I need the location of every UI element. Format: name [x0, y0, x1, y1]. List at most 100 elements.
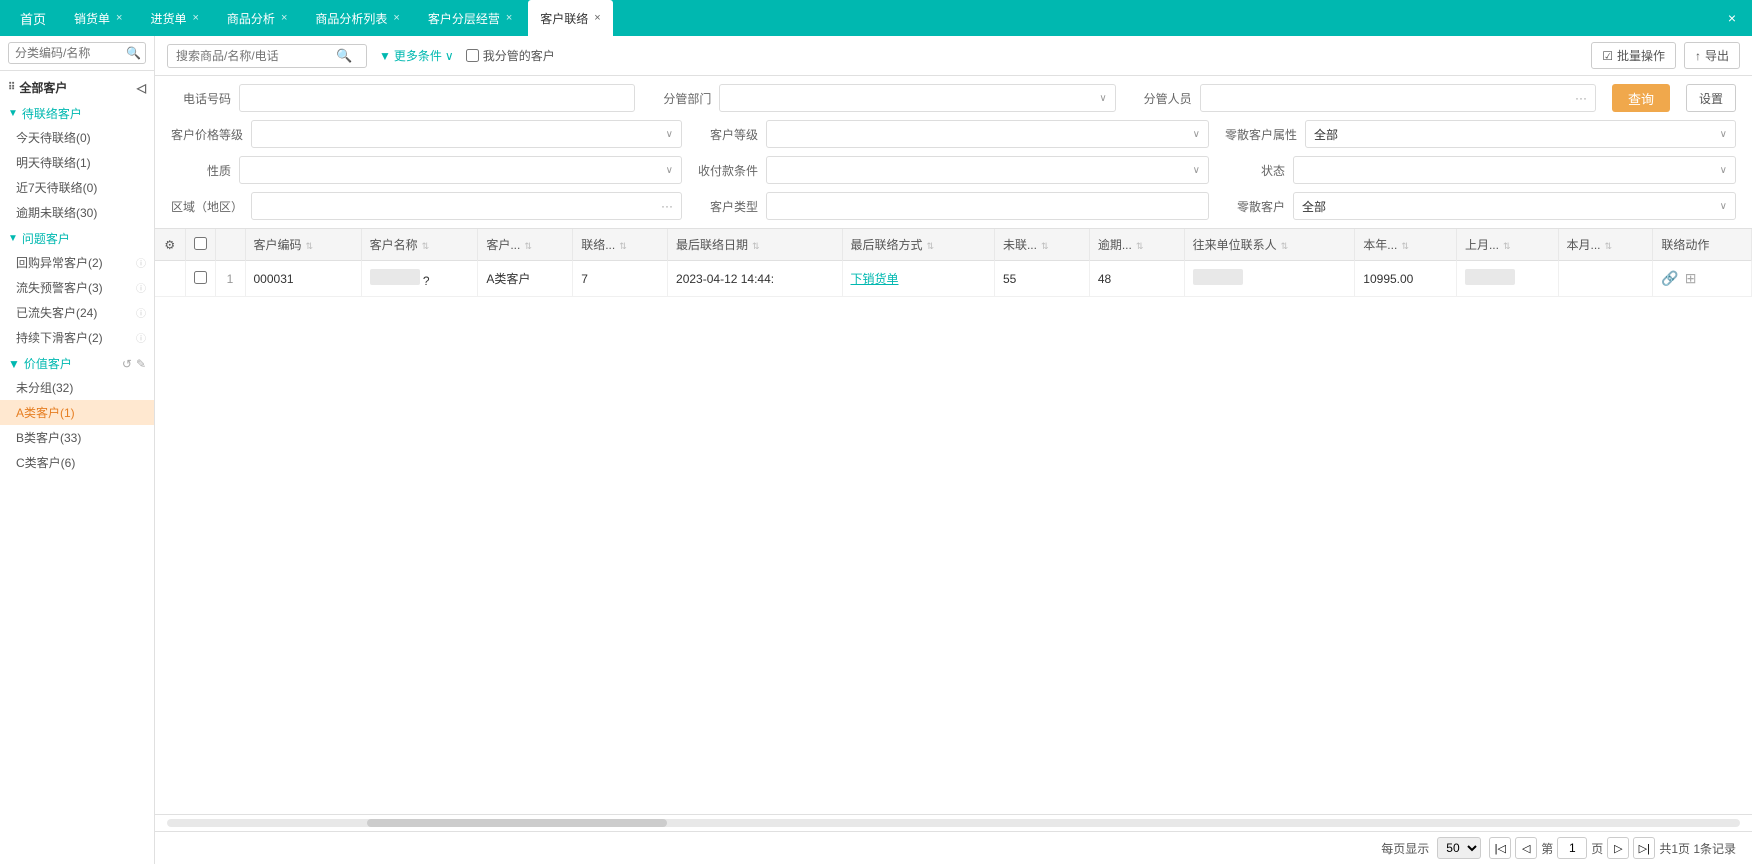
row-grid-icon[interactable]: ⊞ — [1685, 270, 1697, 287]
row-index: 1 — [215, 261, 245, 297]
customer-level-select[interactable]: ∨ — [766, 120, 1209, 148]
close-tab-customer-contact[interactable]: × — [594, 12, 600, 24]
col-last-month[interactable]: 上月...⇅ — [1456, 229, 1558, 261]
horizontal-scrollbar[interactable] — [167, 819, 1740, 827]
nav-home[interactable]: 首页 — [8, 9, 58, 28]
close-all-tabs[interactable]: × — [1720, 6, 1744, 30]
filter-search-box: 🔍 — [167, 44, 367, 68]
col-overdue[interactable]: 逾期...⇅ — [1089, 229, 1184, 261]
sidebar-item-overdue[interactable]: 逾期未联络(30) — [0, 200, 154, 225]
sidebar-item-lost[interactable]: 已流失客户(24) ⓘ — [0, 300, 154, 325]
customer-level-chevron-icon: ∨ — [1193, 129, 1200, 140]
nav-tab-analysis[interactable]: 商品分析 × — [215, 0, 299, 36]
row-link-icon[interactable]: 🔗 — [1661, 270, 1678, 287]
nav-tab-purchase[interactable]: 进货单 × — [138, 0, 210, 36]
refresh-icon[interactable]: ↺ — [122, 357, 132, 371]
close-tab-purchase[interactable]: × — [192, 12, 198, 24]
sort-icon-last-date: ⇅ — [752, 241, 760, 251]
region-select[interactable]: ··· — [251, 192, 682, 220]
sidebar-item-class-c[interactable]: C类客户(6) — [0, 450, 154, 475]
person-dots-icon[interactable]: ··· — [1575, 91, 1587, 105]
payment-select[interactable]: ∨ — [766, 156, 1209, 184]
sidebar-wait-contact-group[interactable]: ▼ 待联络客户 — [0, 100, 154, 125]
col-customer-type[interactable]: 客户...⇅ — [478, 229, 573, 261]
customer-type-input[interactable] — [766, 192, 1209, 220]
sidebar-item-abnormal[interactable]: 回购异常客户(2) ⓘ — [0, 250, 154, 275]
status-select[interactable]: ∨ — [1293, 156, 1736, 184]
col-last-contact-method[interactable]: 最后联络方式⇅ — [842, 229, 994, 261]
edit-icon[interactable]: ✎ — [136, 357, 146, 371]
select-all-checkbox[interactable] — [194, 237, 207, 250]
info-icon-2: ⓘ — [136, 280, 146, 295]
sparse-select[interactable]: 全部 ∨ — [1293, 192, 1736, 220]
sparse-attr-select[interactable]: 全部 ∨ — [1305, 120, 1736, 148]
region-dots-icon[interactable]: ··· — [661, 199, 673, 213]
sort-icon-month: ⇅ — [1605, 241, 1613, 251]
batch-operation-button[interactable]: ☑ 批量操作 — [1591, 42, 1676, 69]
col-current-year[interactable]: 本年...⇅ — [1355, 229, 1457, 261]
export-button[interactable]: ↑ 导出 — [1684, 42, 1740, 69]
select-all-col[interactable] — [185, 229, 215, 261]
sort-icon-unit: ⇅ — [1281, 241, 1289, 251]
sidebar-item-tomorrow[interactable]: 明天待联络(1) — [0, 150, 154, 175]
col-last-contact-date[interactable]: 最后联络日期⇅ — [668, 229, 842, 261]
page-number-input[interactable] — [1557, 837, 1587, 859]
col-unit-contact[interactable]: 往来单位联系人⇅ — [1184, 229, 1355, 261]
col-contact-count[interactable]: 联络...⇅ — [573, 229, 668, 261]
next-page-button[interactable]: ▷ — [1607, 837, 1629, 859]
row-last-contact-method[interactable]: 下销货单 — [842, 261, 994, 297]
sidebar-value-customers-header[interactable]: ▼ 价值客户 ↺ ✎ — [0, 350, 154, 375]
col-no-contact[interactable]: 未联...⇅ — [994, 229, 1089, 261]
col-current-month[interactable]: 本月...⇅ — [1558, 229, 1653, 261]
check-icon: ☑ — [1602, 49, 1613, 63]
row-checkbox[interactable] — [185, 261, 215, 297]
contact-method-link[interactable]: 下销货单 — [851, 272, 899, 286]
query-button[interactable]: 查询 — [1612, 84, 1670, 112]
my-customers-checkbox[interactable]: 我分管的客户 — [466, 47, 555, 64]
all-customers-label: 全部客户 — [19, 79, 67, 96]
filter-search-input[interactable] — [176, 49, 336, 63]
nav-tab-customer-contact[interactable]: 客户联络 × — [528, 0, 612, 36]
close-tab-analysis-list[interactable]: × — [393, 12, 399, 24]
sidebar-collapse-icon[interactable]: ◁ — [137, 81, 146, 95]
close-tab-sales[interactable]: × — [116, 12, 122, 24]
scrollbar-thumb[interactable] — [367, 819, 667, 827]
price-level-select[interactable]: ∨ — [251, 120, 682, 148]
settings-gear-col[interactable]: ⚙ — [155, 229, 185, 261]
price-level-chevron-icon: ∨ — [666, 129, 673, 140]
sidebar-item-class-b[interactable]: B类客户(33) — [0, 425, 154, 450]
person-select[interactable]: ··· — [1200, 84, 1596, 112]
sidebar-item-7days[interactable]: 近7天待联络(0) — [0, 175, 154, 200]
filter-customer-level: 客户等级 ∨ — [698, 120, 1209, 148]
payment-label: 收付款条件 — [698, 162, 758, 179]
sidebar-item-ungraded[interactable]: 未分组(32) — [0, 375, 154, 400]
last-page-button[interactable]: ▷| — [1633, 837, 1655, 859]
sidebar-item-today[interactable]: 今天待联络(0) — [0, 125, 154, 150]
my-customers-check[interactable] — [466, 49, 479, 62]
chevron-down-icon: ∨ — [445, 49, 454, 63]
col-customer-name[interactable]: 客户名称⇅ — [361, 229, 478, 261]
customer-table: ⚙ 客户编码⇅ 客户名称⇅ 客户...⇅ 联络...⇅ — [155, 229, 1752, 297]
nav-tab-customer-segment[interactable]: 客户分层经营 × — [416, 0, 524, 36]
sidebar-item-declining[interactable]: 持续下滑客户(2) ⓘ — [0, 325, 154, 350]
per-page-select[interactable]: 50 — [1437, 837, 1481, 859]
sidebar-item-loss-warning[interactable]: 流失预警客户(3) ⓘ — [0, 275, 154, 300]
dept-select[interactable]: ∨ — [719, 84, 1115, 112]
sidebar-search-icon[interactable]: 🔍 — [126, 46, 141, 60]
sidebar-problem-customers-group[interactable]: ▼ 问题客户 — [0, 225, 154, 250]
pagination-controls: |◁ ◁ 第 页 ▷ ▷| 共1页 1条记录 — [1489, 837, 1736, 859]
filter-search-icon[interactable]: 🔍 — [336, 48, 352, 64]
nav-tab-sales[interactable]: 销货单 × — [62, 0, 134, 36]
more-filters-button[interactable]: ▼ 更多条件 ∨ — [379, 47, 454, 64]
phone-input[interactable] — [239, 84, 635, 112]
settings-button[interactable]: 设置 — [1686, 84, 1736, 112]
row-select-checkbox[interactable] — [194, 271, 207, 284]
col-customer-code[interactable]: 客户编码⇅ — [245, 229, 361, 261]
prev-page-button[interactable]: ◁ — [1515, 837, 1537, 859]
sidebar-item-class-a[interactable]: A类客户(1) — [0, 400, 154, 425]
first-page-button[interactable]: |◁ — [1489, 837, 1511, 859]
close-tab-customer-segment[interactable]: × — [506, 12, 512, 24]
nature-select[interactable]: ∨ — [239, 156, 682, 184]
close-tab-analysis[interactable]: × — [281, 12, 287, 24]
nav-tab-analysis-list[interactable]: 商品分析列表 × — [303, 0, 411, 36]
